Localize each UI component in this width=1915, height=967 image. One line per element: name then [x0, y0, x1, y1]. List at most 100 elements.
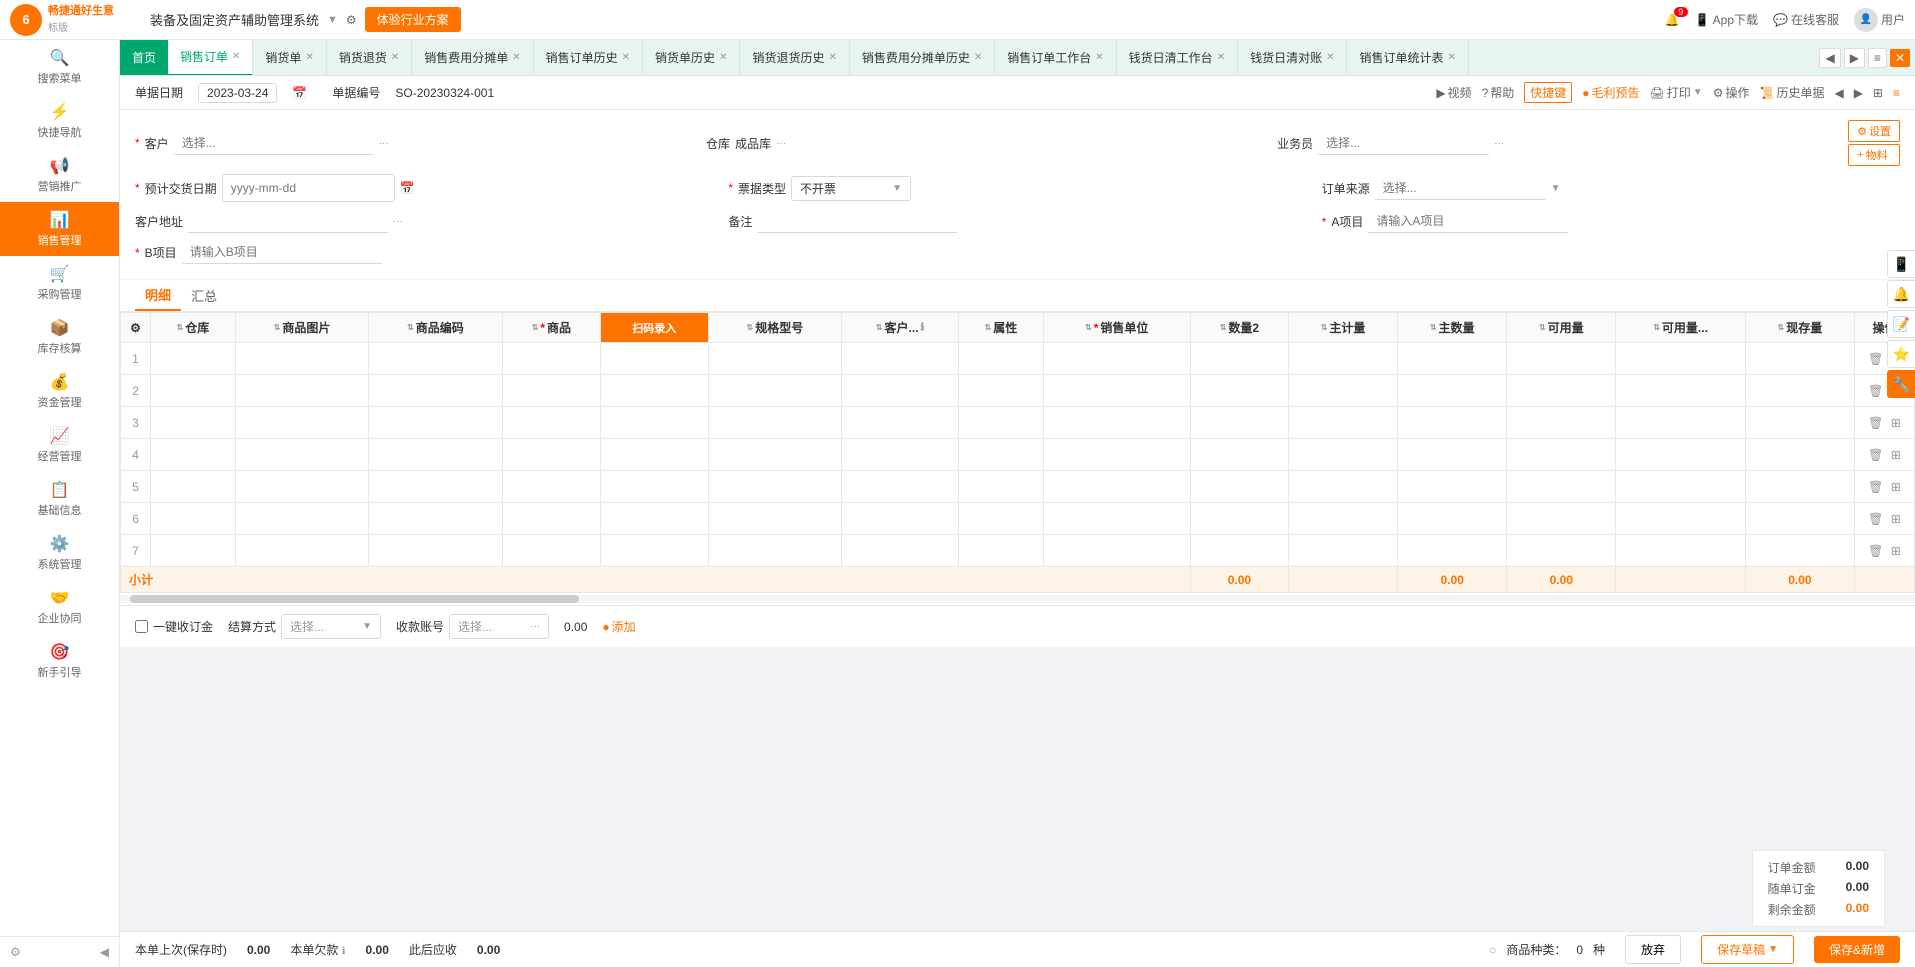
row-1-product[interactable] — [502, 343, 600, 375]
right-panel-btn-3[interactable]: 📝 — [1887, 310, 1915, 338]
row-6-main-unit[interactable] — [1289, 503, 1398, 535]
row-1-available[interactable] — [1507, 343, 1616, 375]
row-6-current-stock[interactable] — [1745, 503, 1854, 535]
row-7-spec[interactable] — [708, 535, 841, 567]
row-3-main-unit[interactable] — [1289, 407, 1398, 439]
row-3-main-qty[interactable] — [1398, 407, 1507, 439]
row-3-copy-btn[interactable]: ⊞ — [1891, 416, 1901, 430]
row-4-customer-code[interactable] — [842, 439, 959, 471]
system-dropdown[interactable]: ▼ — [327, 14, 338, 26]
operation-btn[interactable]: ⚙操作 — [1713, 84, 1750, 101]
row-1-scan[interactable] — [600, 343, 708, 375]
sidebar-item-system[interactable]: ⚙️ 系统管理 — [0, 526, 119, 580]
row-2-available[interactable] — [1507, 375, 1616, 407]
row-7-qty2[interactable] — [1190, 535, 1288, 567]
profit-btn[interactable]: ●毛利预告 — [1582, 84, 1639, 101]
tab-invoice-history-close[interactable]: ✕ — [719, 52, 727, 63]
row-4-qty2[interactable] — [1190, 439, 1288, 471]
row-4-copy-btn[interactable]: ⊞ — [1891, 448, 1901, 462]
row-7-scan[interactable] — [600, 535, 708, 567]
row-6-product-image[interactable] — [235, 503, 368, 535]
row-7-available2[interactable] — [1616, 535, 1745, 567]
detail-tab-summary[interactable]: 汇总 — [181, 281, 227, 310]
th-product-code[interactable]: ⇅ 商品编码 — [369, 313, 502, 343]
row-5-sales-unit[interactable] — [1043, 471, 1190, 503]
row-4-sales-unit[interactable] — [1043, 439, 1190, 471]
tab-order-history[interactable]: 销售订单历史 ✕ — [534, 40, 643, 76]
tab-cash-reconcile-close[interactable]: ✕ — [1326, 52, 1334, 63]
remarks-input[interactable] — [757, 210, 957, 233]
row-4-scan[interactable] — [600, 439, 708, 471]
row-2-current-stock[interactable] — [1745, 375, 1854, 407]
th-scan[interactable]: 扫码录入 — [600, 313, 708, 343]
tab-sales-fee[interactable]: 销售费用分摊单 ✕ — [412, 40, 533, 76]
row-3-customer-code[interactable] — [842, 407, 959, 439]
tab-sales-order-close[interactable]: ✕ — [232, 51, 240, 62]
row-6-main-qty[interactable] — [1398, 503, 1507, 535]
sidebar-item-sales[interactable]: 📊 销售管理 — [0, 202, 119, 256]
row-1-spec[interactable] — [708, 343, 841, 375]
row-5-product-code[interactable] — [369, 471, 502, 503]
row-5-main-unit[interactable] — [1289, 471, 1398, 503]
row-5-delete-btn[interactable]: 🗑 — [1868, 480, 1883, 494]
salesperson-input[interactable] — [1318, 132, 1489, 155]
row-6-available2[interactable] — [1616, 503, 1745, 535]
tab-invoice-history[interactable]: 销货单历史 ✕ — [643, 40, 740, 76]
current-credit-info-icon[interactable]: ℹ — [342, 946, 346, 957]
salesperson-expand-icon[interactable]: ··· — [1494, 138, 1504, 149]
right-panel-btn-4[interactable]: ⭐ — [1887, 340, 1915, 368]
row-7-main-unit[interactable] — [1289, 535, 1398, 567]
th-customer-code[interactable]: ⇅ 客户... ℹ — [842, 313, 959, 343]
row-4-warehouse[interactable] — [151, 439, 236, 471]
one-click-checkbox[interactable] — [135, 620, 148, 633]
th-qty2[interactable]: ⇅ 数量2 — [1190, 313, 1288, 343]
row-4-product[interactable] — [502, 439, 600, 471]
row-2-main-unit[interactable] — [1289, 375, 1398, 407]
row-1-product-image[interactable] — [235, 343, 368, 375]
th-sales-unit[interactable]: ⇅ *销售单位 — [1043, 313, 1190, 343]
th-product[interactable]: ⇅ *商品 — [502, 313, 600, 343]
row-1-main-unit[interactable] — [1289, 343, 1398, 375]
row-6-available[interactable] — [1507, 503, 1616, 535]
sidebar-collapse-icon[interactable]: ◀ — [100, 945, 109, 959]
row-7-product[interactable] — [502, 535, 600, 567]
tab-order-workbench[interactable]: 销售订单工作台 ✕ — [995, 40, 1116, 76]
row-6-copy-btn[interactable]: ⊞ — [1891, 512, 1901, 526]
row-2-product-code[interactable] — [369, 375, 502, 407]
tab-sales-summary[interactable]: 销售订单统计表 ✕ — [1347, 40, 1468, 76]
sidebar-item-operations[interactable]: 📈 经营管理 — [0, 418, 119, 472]
row-6-scan[interactable] — [600, 503, 708, 535]
row-1-warehouse[interactable] — [151, 343, 236, 375]
sidebar-item-inventory[interactable]: 📦 库存核算 — [0, 310, 119, 364]
tab-sales-summary-close[interactable]: ✕ — [1448, 52, 1456, 63]
sidebar-settings-icon[interactable]: ⚙ — [10, 945, 21, 959]
row-5-product-image[interactable] — [235, 471, 368, 503]
row-7-warehouse[interactable] — [151, 535, 236, 567]
row-4-available[interactable] — [1507, 439, 1616, 471]
tab-return-history[interactable]: 销货退货历史 ✕ — [740, 40, 849, 76]
discard-btn[interactable]: 放弃 — [1625, 935, 1681, 964]
row-5-available[interactable] — [1507, 471, 1616, 503]
right-panel-btn-1[interactable]: 📱 — [1887, 250, 1915, 278]
tab-order-history-close[interactable]: ✕ — [622, 52, 630, 63]
row-1-delete-btn[interactable]: 🗑 — [1868, 352, 1883, 366]
row-3-product[interactable] — [502, 407, 600, 439]
row-5-qty2[interactable] — [1190, 471, 1288, 503]
notification-bell[interactable]: 🔔 9 — [1665, 13, 1680, 27]
tab-sales-return[interactable]: 销货退货 ✕ — [327, 40, 412, 76]
order-source-input[interactable] — [1375, 177, 1546, 200]
row-3-available[interactable] — [1507, 407, 1616, 439]
row-5-scan[interactable] — [600, 471, 708, 503]
th-main-qty[interactable]: ⇅ 主数量 — [1398, 313, 1507, 343]
row-6-product-code[interactable] — [369, 503, 502, 535]
tab-cash-reconcile[interactable]: 钱货日清对账 ✕ — [1238, 40, 1347, 76]
th-attribute[interactable]: ⇅ 属性 — [958, 313, 1043, 343]
tab-next-btn[interactable]: ▶ — [1844, 48, 1865, 68]
row-5-spec[interactable] — [708, 471, 841, 503]
row-6-sales-unit[interactable] — [1043, 503, 1190, 535]
row-6-product[interactable] — [502, 503, 600, 535]
row-5-warehouse[interactable] — [151, 471, 236, 503]
settings-icon[interactable]: ⚙ — [346, 13, 357, 27]
add-material-btn[interactable]: +物料 — [1848, 144, 1900, 166]
sidebar-item-search[interactable]: 🔍 搜索菜单 — [0, 40, 119, 94]
